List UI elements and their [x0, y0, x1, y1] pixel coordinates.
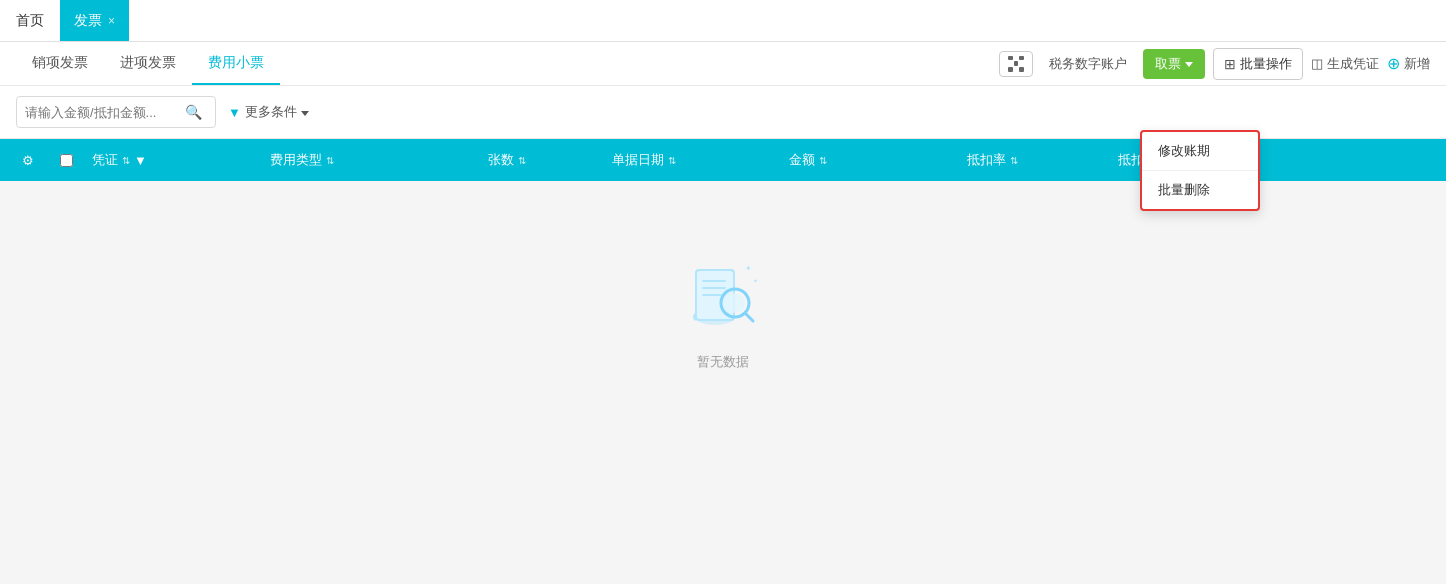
home-tab[interactable]: 首页: [0, 0, 60, 41]
svg-text:✦: ✦: [753, 278, 758, 284]
batch-ops-button[interactable]: ⊞ 批量操作: [1213, 48, 1303, 80]
add-new-button[interactable]: ⊕ 新增: [1387, 54, 1430, 73]
svg-point-7: [725, 293, 745, 313]
filter-icon: ▼: [228, 105, 241, 120]
qrcode-button[interactable]: [999, 51, 1033, 77]
plus-icon: ⊕: [1387, 54, 1400, 73]
th-settings[interactable]: ⚙: [8, 153, 48, 168]
th-amount[interactable]: 金额 ⇅: [781, 151, 959, 169]
qr-icon: [1008, 56, 1024, 72]
more-filter-button[interactable]: ▼ 更多条件: [228, 103, 309, 121]
select-all-checkbox[interactable]: [60, 154, 73, 167]
empty-state: ✦ ✦ 暂无数据: [0, 181, 1446, 411]
th-voucher[interactable]: 凭证 ⇅ ▼: [84, 151, 262, 169]
tab-sales-invoice[interactable]: 销项发票: [16, 42, 104, 85]
dropdown-batch-delete[interactable]: 批量删除: [1142, 170, 1258, 209]
th-count[interactable]: 张数 ⇅: [480, 151, 604, 169]
sort-date-icon: ⇅: [668, 155, 676, 166]
th-date[interactable]: 单据日期 ⇅: [604, 151, 782, 169]
search-icon[interactable]: 🔍: [185, 104, 202, 120]
th-deduct-rate[interactable]: 抵扣率 ⇅: [959, 151, 1110, 169]
generate-voucher-button[interactable]: ◫ 生成凭证: [1311, 55, 1379, 73]
svg-line-8: [745, 313, 753, 321]
sort-amount-icon: ⇅: [819, 155, 827, 166]
sort-count-icon: ⇅: [518, 155, 526, 166]
sub-tabs-bar: 销项发票 进项发票 费用小票 税务数字账户 取票: [0, 42, 1446, 86]
search-input-wrap: 🔍: [16, 96, 216, 128]
top-nav: 首页 发票 ×: [0, 0, 1446, 42]
close-icon[interactable]: ×: [108, 14, 115, 28]
take-ticket-button[interactable]: 取票: [1143, 49, 1205, 79]
filter-voucher-icon: ▼: [134, 153, 147, 168]
page-wrapper: 首页 发票 × 销项发票 进项发票 费用小票: [0, 0, 1446, 584]
th-expense-type[interactable]: 费用类型 ⇅: [262, 151, 480, 169]
settings-icon: ⚙: [22, 153, 34, 168]
th-checkbox[interactable]: [48, 154, 84, 167]
invoice-tab-label: 发票: [74, 12, 102, 30]
voucher-icon: ◫: [1311, 56, 1323, 71]
sub-tabs-left: 销项发票 进项发票 费用小票: [16, 42, 280, 85]
dropdown-modify-period[interactable]: 修改账期: [1142, 132, 1258, 170]
empty-state-text: 暂无数据: [697, 353, 749, 371]
empty-state-illustration: ✦ ✦: [673, 241, 773, 341]
tab-expense-receipt[interactable]: 费用小票: [192, 42, 280, 85]
batch-ops-dropdown: 修改账期 批量删除: [1140, 130, 1260, 211]
sort-deduct-rate-icon: ⇅: [1010, 155, 1018, 166]
sub-tabs-right: 税务数字账户 取票 ⊞ 批量操作 ◫ 生成凭证 ⊕ 新增: [999, 48, 1430, 80]
sort-voucher-icon: ⇅: [122, 155, 130, 166]
tab-income-invoice[interactable]: 进项发票: [104, 42, 192, 85]
tax-account-button[interactable]: 税务数字账户: [1041, 51, 1135, 77]
filter-chevron-icon: [301, 105, 309, 120]
svg-text:✦: ✦: [745, 264, 752, 273]
chevron-down-icon: [1185, 56, 1193, 71]
sort-expense-icon: ⇅: [326, 155, 334, 166]
invoice-tab[interactable]: 发票 ×: [60, 0, 129, 41]
search-input[interactable]: [25, 105, 185, 120]
batch-ops-icon: ⊞: [1224, 56, 1236, 72]
